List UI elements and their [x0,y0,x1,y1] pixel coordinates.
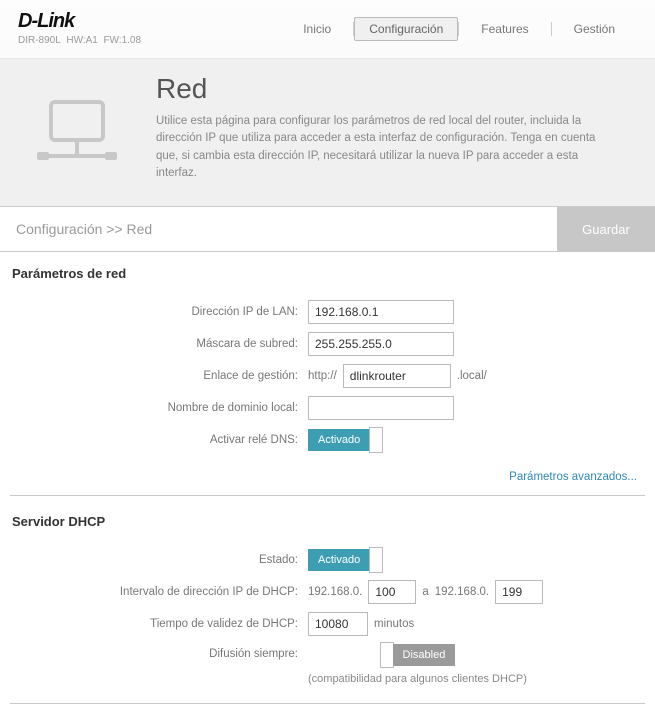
section-divider [10,703,645,704]
dhcp-range-prefix-a: 192.168.0. [308,586,362,598]
dhcp-status-toggle[interactable]: Activado [308,548,383,572]
dhcp-lease-label: Tiempo de validez de DHCP: [18,618,308,630]
dhcp-lease-input[interactable] [308,612,368,636]
dhcp-range-label: Intervalo de dirección IP de DHCP: [18,586,308,598]
local-domain-input[interactable] [308,396,454,420]
save-button[interactable]: Guardar [557,207,655,251]
dhcp-range-end-input[interactable] [495,580,543,604]
dhcp-range-start-input[interactable] [368,580,416,604]
brand-logo: D-Link [18,10,141,33]
lan-ip-label: Dirección IP de LAN: [18,306,308,318]
broadcast-compat-note: (compatibilidad para algunos clientes DH… [308,673,527,685]
broadcast-label: Difusión siempre: [18,643,308,660]
broadcast-toggle[interactable]: Disabled [380,643,456,667]
dns-relay-toggle[interactable]: Activado [308,428,383,452]
network-icon [28,73,128,182]
mgmt-host-input[interactable] [343,364,451,388]
main-nav: Inicio Configuración Features Gestión [281,10,637,42]
advanced-link[interactable]: Parámetros avanzados... [0,467,655,491]
lan-ip-input[interactable] [308,300,454,324]
dns-relay-state: Activado [308,429,370,451]
dns-relay-label: Activar relé DNS: [18,434,308,446]
subnet-mask-label: Máscara de subred: [18,338,308,350]
toggle-handle [369,547,383,573]
dhcp-range-sep: a [422,586,428,598]
breadcrumb: Configuración >> Red [0,207,168,251]
mgmt-url-prefix: http:// [308,370,337,382]
mgmt-url-suffix: .local/ [457,370,487,382]
dhcp-range-prefix-b: 192.168.0. [435,586,489,598]
dhcp-lease-unit: minutos [374,618,414,630]
section-network: Parámetros de red [0,252,655,289]
section-dhcp: Servidor DHCP [0,500,655,537]
nav-config[interactable]: Configuración [354,17,458,41]
dhcp-status-label: Estado: [18,554,308,566]
toggle-handle [369,427,383,453]
section-divider [10,495,645,496]
page-description: Utilice esta página para configurar los … [156,113,606,182]
nav-features[interactable]: Features [459,16,550,42]
subnet-mask-input[interactable] [308,332,454,356]
broadcast-state: Disabled [393,644,456,666]
toggle-handle [380,642,394,668]
dhcp-status-state: Activado [308,549,370,571]
brand-model-line: DIR-890L HW:A1 FW:1.08 [18,35,141,46]
local-domain-label: Nombre de dominio local: [18,402,308,414]
nav-home[interactable]: Inicio [281,16,353,42]
mgmt-link-label: Enlace de gestión: [18,370,308,382]
page-title: Red [156,73,606,105]
nav-manage[interactable]: Gestión [552,16,637,42]
